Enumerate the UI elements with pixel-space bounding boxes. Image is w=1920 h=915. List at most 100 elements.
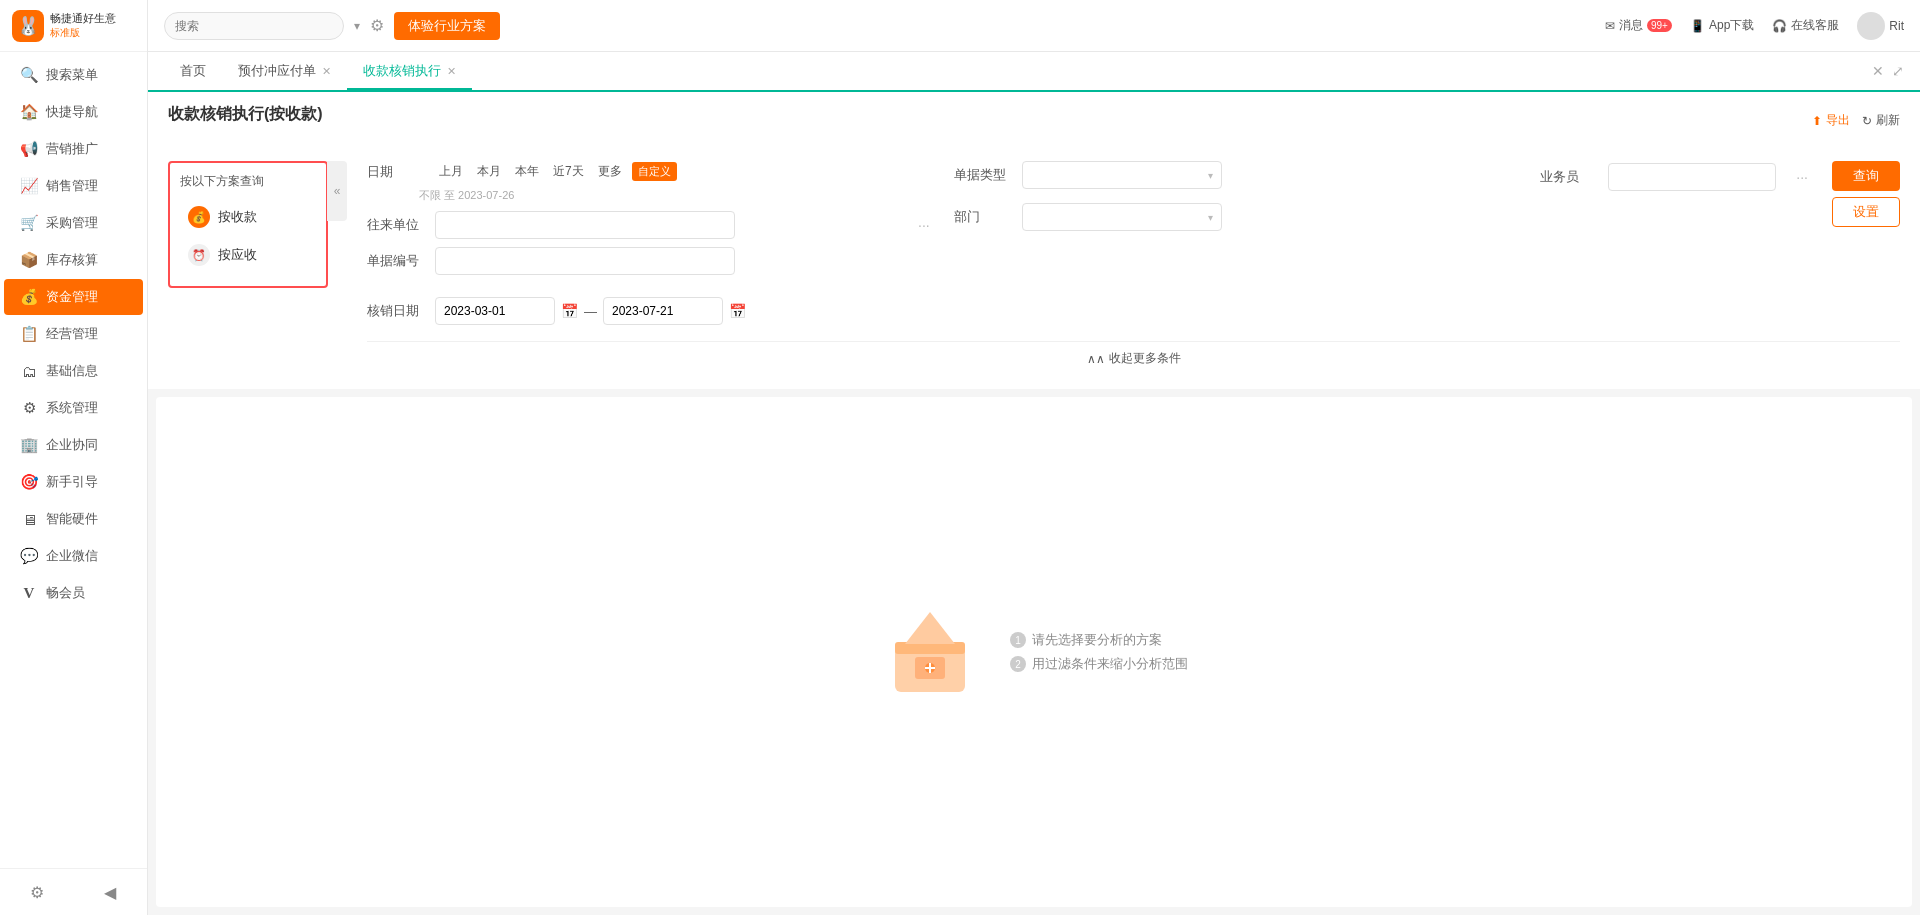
tab-prepay[interactable]: 预付冲应付单 ✕	[222, 54, 347, 90]
filter-option-by-receipt[interactable]: 💰 按收款	[180, 200, 316, 234]
sidebar-item-search-menu[interactable]: 🔍 搜索菜单	[4, 57, 143, 93]
refresh-icon: ↻	[1862, 114, 1872, 128]
tab-home[interactable]: 首页	[164, 54, 222, 90]
logo-icon: 🐰	[12, 10, 44, 42]
online-service-button[interactable]: 🎧 在线客服	[1772, 17, 1839, 34]
message-button[interactable]: ✉ 消息 99+	[1605, 17, 1672, 34]
sidebar-item-label: 营销推广	[46, 140, 98, 158]
sidebar-item-label: 智能硬件	[46, 510, 98, 528]
tab-receipt-close[interactable]: ✕	[447, 65, 456, 78]
tab-receipt[interactable]: 收款核销执行 ✕	[347, 54, 472, 90]
app-download-button[interactable]: 📱 App下载	[1690, 17, 1754, 34]
verify-date-end-input[interactable]	[603, 297, 723, 325]
sidebar-item-guide[interactable]: 🎯 新手引导	[4, 464, 143, 500]
doc-no-input[interactable]	[435, 247, 735, 275]
sidebar-item-operation[interactable]: 📋 经营管理	[4, 316, 143, 352]
sidebar-item-label: 企业微信	[46, 547, 98, 565]
sidebar-item-hardware[interactable]: 🖥 智能硬件	[4, 501, 143, 537]
empty-text: 1 请先选择要分析的方案 2 用过滤条件来缩小分析范围	[1010, 625, 1188, 679]
member-icon: V	[20, 585, 38, 602]
sidebar-item-wechat[interactable]: 💬 企业微信	[4, 538, 143, 574]
sidebar-collapse-button[interactable]: ◀	[95, 877, 125, 907]
sidebar-settings-button[interactable]: ⚙	[22, 877, 52, 907]
verify-date-start-calendar-icon[interactable]: 📅	[561, 303, 578, 319]
sidebar-item-member[interactable]: V 畅会员	[4, 575, 143, 611]
sidebar-item-purchase[interactable]: 🛒 采购管理	[4, 205, 143, 241]
verify-date-label: 核销日期	[367, 302, 419, 320]
doc-type-chevron-icon: ▾	[1208, 170, 1213, 181]
tab-expand-icon[interactable]: ⤢	[1892, 63, 1904, 79]
sidebar-bottom: ⚙ ◀	[0, 868, 147, 915]
sidebar-item-label: 畅会员	[46, 584, 85, 602]
by-receivable-icon: ⏰	[188, 244, 210, 266]
filter-row-date-note: 不限 至 2023-07-26	[367, 188, 934, 203]
verify-date-end-calendar-icon[interactable]: 📅	[729, 303, 746, 319]
topbar-search-input[interactable]	[164, 12, 344, 40]
filter-form: 日期 上月 本月 本年 近7天 更多 自定义	[367, 161, 1900, 375]
topbar-dropdown-arrow[interactable]: ▾	[354, 19, 360, 33]
sidebar-item-label: 经营管理	[46, 325, 98, 343]
export-button[interactable]: ⬆ 导出	[1812, 112, 1850, 129]
collapse-more-button[interactable]: ∧∧ 收起更多条件	[367, 341, 1900, 375]
filter-panel-collapse-button[interactable]: «	[327, 161, 347, 221]
verify-date-start-input[interactable]	[435, 297, 555, 325]
sidebar-item-system[interactable]: ⚙ 系统管理	[4, 390, 143, 426]
dept-select[interactable]: ▾	[1022, 203, 1222, 231]
sidebar-item-marketing[interactable]: 📢 营销推广	[4, 131, 143, 167]
dept-chevron-icon: ▾	[1208, 212, 1213, 223]
by-receipt-label: 按收款	[218, 208, 257, 226]
date-label: 日期	[367, 163, 419, 181]
date-btn-more[interactable]: 更多	[594, 161, 626, 182]
staff-input[interactable]	[1608, 163, 1776, 191]
user-avatar	[1857, 12, 1885, 40]
export-icon: ⬆	[1812, 114, 1822, 128]
sidebar-menu: 🔍 搜索菜单 🏠 快捷导航 📢 营销推广 📈 销售管理 🛒 采购管理 📦 库存核…	[0, 52, 147, 868]
user-info[interactable]: Rit	[1857, 12, 1904, 40]
date-btn-this-year[interactable]: 本年	[511, 161, 543, 182]
sidebar-item-finance[interactable]: 💰 资金管理	[4, 279, 143, 315]
partner-input[interactable]	[435, 211, 735, 239]
empty-hint-1-num: 1	[1010, 632, 1026, 648]
sidebar-item-inventory[interactable]: 📦 库存核算	[4, 242, 143, 278]
hardware-icon: 🖥	[20, 511, 38, 528]
message-badge: 99+	[1647, 19, 1672, 32]
setting-button[interactable]: 设置	[1832, 197, 1900, 227]
topbar-gear-icon[interactable]: ⚙	[370, 16, 384, 35]
empty-hint-2-num: 2	[1010, 656, 1026, 672]
date-quick-buttons: 上月 本月 本年 近7天 更多 自定义	[435, 161, 677, 182]
sidebar-item-enterprise[interactable]: 🏢 企业协同	[4, 427, 143, 463]
app-download-icon: 📱	[1690, 19, 1705, 33]
sidebar-item-base-info[interactable]: 🗂 基础信息	[4, 353, 143, 389]
refresh-button[interactable]: ↻ 刷新	[1862, 112, 1900, 129]
sidebar-item-quick-nav[interactable]: 🏠 快捷导航	[4, 94, 143, 130]
logo-sub: 标准版	[50, 26, 116, 40]
tab-close-all-icon[interactable]: ✕	[1872, 63, 1884, 79]
date-btn-this-month[interactable]: 本月	[473, 161, 505, 182]
solution-button[interactable]: 体验行业方案	[394, 12, 500, 40]
page-header-wrapper: 收款核销执行(按收款) ⬆ 导出 ↻ 刷新 按以下方	[148, 92, 1920, 389]
date-btn-last-month[interactable]: 上月	[435, 161, 467, 182]
query-button[interactable]: 查询	[1832, 161, 1900, 191]
sidebar: 🐰 畅捷通好生意 标准版 🔍 搜索菜单 🏠 快捷导航 📢 营销推广 📈 销售管理…	[0, 0, 148, 915]
sidebar-item-sales[interactable]: 📈 销售管理	[4, 168, 143, 204]
sidebar-item-label: 新手引导	[46, 473, 98, 491]
collapse-more-icon: ∧∧	[1087, 352, 1105, 366]
guide-icon: 🎯	[20, 473, 38, 491]
date-btn-7days[interactable]: 近7天	[549, 161, 588, 182]
page-title: 收款核销执行(按收款)	[168, 104, 323, 125]
base-info-icon: 🗂	[20, 363, 38, 380]
staff-ellipsis[interactable]: ···	[1792, 169, 1812, 185]
date-btn-custom[interactable]: 自定义	[632, 162, 677, 181]
sidebar-item-label: 销售管理	[46, 177, 98, 195]
message-label: 消息	[1619, 17, 1643, 34]
filter-panel: 按以下方案查询 💰 按收款 ⏰ 按应收	[168, 161, 328, 288]
filter-area: 按以下方案查询 💰 按收款 ⏰ 按应收 «	[148, 147, 1920, 389]
tab-prepay-close[interactable]: ✕	[322, 65, 331, 78]
doc-no-label: 单据编号	[367, 252, 419, 270]
partner-ellipsis[interactable]: ···	[914, 217, 934, 233]
tab-home-label: 首页	[180, 62, 206, 80]
doc-type-select[interactable]: ▾	[1022, 161, 1222, 189]
topbar-left: ▾ ⚙ 体验行业方案	[164, 12, 500, 40]
quick-nav-icon: 🏠	[20, 103, 38, 121]
filter-option-by-receivable[interactable]: ⏰ 按应收	[180, 238, 316, 272]
